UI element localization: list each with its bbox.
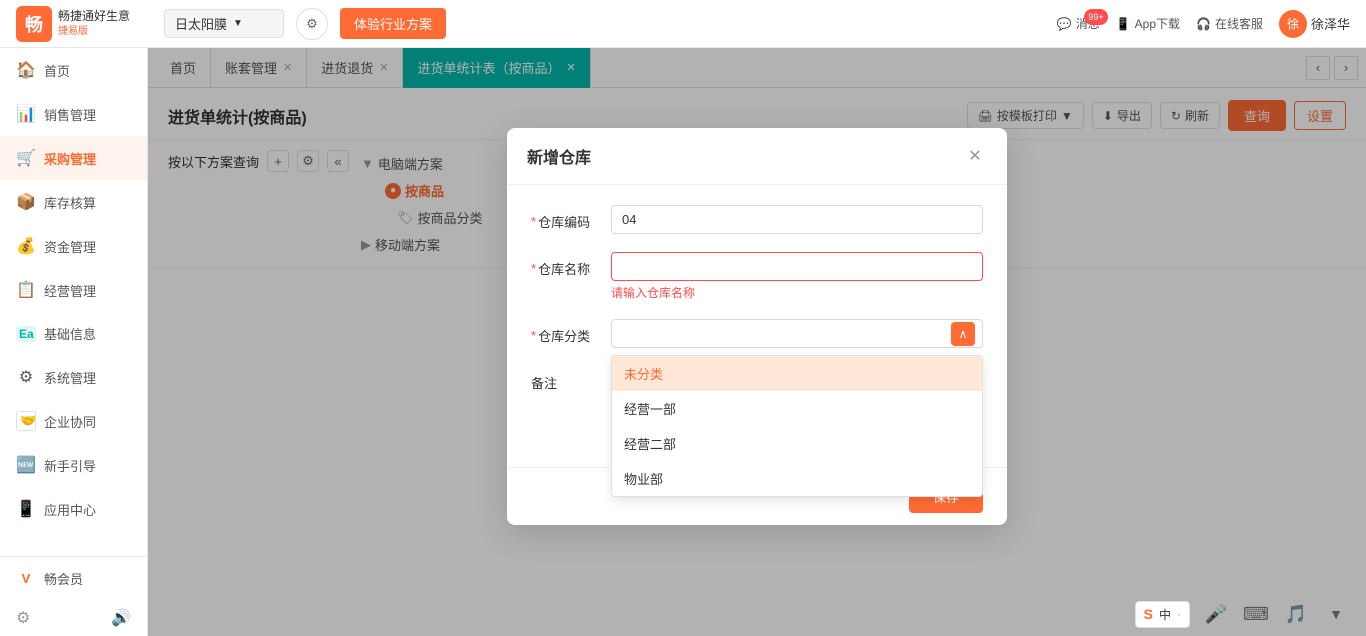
online-service-button[interactable]: 🎧 在线客服 (1196, 15, 1263, 32)
dropdown-item-dept1[interactable]: 经营一部 (612, 391, 982, 426)
sidebar-item-purchase[interactable]: 🛒 采购管理 (0, 136, 147, 180)
sidebar-item-operation[interactable]: 📋 经营管理 (0, 268, 147, 312)
main-layout: 🏠 首页 📊 销售管理 🛒 采购管理 📦 库存核算 💰 资金管理 📋 经营管理 … (0, 48, 1366, 636)
modal-body: * 仓库编码 * 仓库名称 (507, 185, 1007, 467)
new-warehouse-modal: 新增仓库 ✕ * 仓库编码 (507, 128, 1007, 525)
app-download-button[interactable]: 📱 App下载 (1116, 15, 1180, 32)
settings-icon[interactable]: ⚙ (16, 608, 30, 628)
dropdown-item-property[interactable]: 物业部 (612, 461, 982, 496)
sidebar-label-sales: 销售管理 (44, 105, 96, 124)
sidebar-bottom: V 畅会员 ⚙ 🔊 (0, 556, 147, 636)
user-menu[interactable]: 徐 徐泽华 (1279, 10, 1350, 38)
gear-button[interactable]: ⚙ (296, 8, 328, 40)
sidebar-item-home[interactable]: 🏠 首页 (0, 48, 147, 92)
sidebar-item-vip[interactable]: V 畅会员 (0, 557, 147, 600)
sidebar-label-app-center: 应用中心 (44, 500, 96, 519)
collab-icon: 🤝 (16, 411, 36, 431)
top-header: 畅 畅捷通好生意 捷易版 日太阳膜 ▼ ⚙ 体验行业方案 💬 消息 99+ 📱 … (0, 0, 1366, 48)
home-icon: 🏠 (16, 60, 36, 80)
cjt-logo-text: 中 (1159, 606, 1171, 623)
sidebar-item-inventory[interactable]: 📦 库存核算 (0, 180, 147, 224)
category-dropdown-list: 未分类 经营一部 经营二部 物业部 (611, 355, 983, 497)
sidebar-item-guide[interactable]: 🆕 新手引导 (0, 443, 147, 487)
sidebar-item-finance[interactable]: 💰 资金管理 (0, 224, 147, 268)
form-row-category: * 仓库分类 ∧ 未分类 经营一部 经营二部 物业部 (531, 319, 983, 348)
music-button[interactable]: 🎵 (1282, 600, 1310, 628)
headset-icon: 🎧 (1196, 17, 1211, 31)
chevron-down-icon: ▼ (233, 18, 243, 29)
operation-icon: 📋 (16, 280, 36, 300)
form-row-name: * 仓库名称 请输入仓库名称 (531, 252, 983, 301)
guide-icon: 🆕 (16, 455, 36, 475)
modal-title: 新增仓库 (527, 144, 591, 168)
inventory-icon: 📦 (16, 192, 36, 212)
modal-header: 新增仓库 ✕ (507, 128, 1007, 185)
basic-info-icon: Ea (16, 326, 36, 342)
cjt-logo-sep: · (1177, 607, 1181, 621)
category-input[interactable] (611, 319, 983, 348)
sidebar-label-guide: 新手引导 (44, 456, 96, 475)
header-mid: ⚙ 体验行业方案 (296, 8, 446, 40)
sidebar-item-collab[interactable]: 🤝 企业协同 (0, 399, 147, 443)
system-icon: ⚙ (16, 367, 36, 387)
sidebar-label-purchase: 采购管理 (44, 149, 96, 168)
sidebar-item-sales[interactable]: 📊 销售管理 (0, 92, 147, 136)
logo-area: 畅 畅捷通好生意 捷易版 (16, 6, 164, 42)
message-button[interactable]: 💬 消息 99+ (1057, 15, 1100, 32)
modal-close-button[interactable]: ✕ (963, 144, 987, 168)
dropdown-item-unclassified[interactable]: 未分类 (612, 356, 982, 391)
username: 徐泽华 (1311, 14, 1350, 33)
form-row-code: * 仓库编码 (531, 205, 983, 234)
sidebar-label-inventory: 库存核算 (44, 193, 96, 212)
name-label: * 仓库名称 (531, 252, 611, 278)
remark-label: 备注 (531, 366, 611, 392)
name-wrap: 请输入仓库名称 (611, 252, 983, 301)
purchase-icon: 🛒 (16, 148, 36, 168)
sidebar-label-operation: 经营管理 (44, 281, 96, 300)
logo-icon: 畅 (16, 6, 52, 42)
bottom-bar: S 中 · 🎤 ⌨ 🎵 ▼ (1119, 592, 1366, 636)
sidebar: 🏠 首页 📊 销售管理 🛒 采购管理 📦 库存核算 💰 资金管理 📋 经营管理 … (0, 48, 148, 636)
sidebar-label-collab: 企业协同 (44, 412, 96, 431)
finance-icon: 💰 (16, 236, 36, 256)
cjt-logo-icon: S (1144, 606, 1153, 622)
name-input[interactable] (611, 252, 983, 281)
mic-button[interactable]: 🎤 (1202, 600, 1230, 628)
sales-icon: 📊 (16, 104, 36, 124)
experience-button[interactable]: 体验行业方案 (340, 8, 446, 39)
mobile-icon: 📱 (1116, 17, 1131, 31)
sidebar-item-system[interactable]: ⚙ 系统管理 (0, 355, 147, 399)
category-label: * 仓库分类 (531, 319, 611, 345)
sidebar-item-app-center[interactable]: 📱 应用中心 (0, 487, 147, 531)
sidebar-label-vip: 畅会员 (44, 569, 83, 588)
vip-icon: V (16, 571, 36, 586)
sidebar-label-system: 系统管理 (44, 368, 96, 387)
message-icon: 💬 (1057, 17, 1072, 31)
sidebar-item-basic-info[interactable]: Ea 基础信息 (0, 312, 147, 355)
content-area: 首页 账套管理 ✕ 进货退货 ✕ 进货单统计表（按商品） ✕ ‹ › 进货单统计… (148, 48, 1366, 636)
sidebar-label-basic-info: 基础信息 (44, 324, 96, 343)
keyboard-button[interactable]: ⌨ (1242, 600, 1270, 628)
dropdown-item-dept2[interactable]: 经营二部 (612, 426, 982, 461)
category-wrap: ∧ 未分类 经营一部 经营二部 物业部 (611, 319, 983, 348)
sidebar-label-finance: 资金管理 (44, 237, 96, 256)
modal-overlay[interactable]: 新增仓库 ✕ * 仓库编码 (148, 48, 1366, 636)
speaker-icon[interactable]: 🔊 (111, 608, 131, 628)
message-badge: 99+ (1084, 9, 1107, 25)
more-button[interactable]: ▼ (1322, 600, 1350, 628)
avatar: 徐 (1279, 10, 1307, 38)
code-label: * 仓库编码 (531, 205, 611, 231)
code-wrap (611, 205, 983, 234)
logo-text: 畅捷通好生意 捷易版 (58, 9, 130, 38)
store-selector[interactable]: 日太阳膜 ▼ (164, 9, 284, 38)
name-error-msg: 请输入仓库名称 (611, 284, 983, 301)
category-dropdown-arrow[interactable]: ∧ (951, 322, 975, 346)
app-center-icon: 📱 (16, 499, 36, 519)
sidebar-label-home: 首页 (44, 61, 70, 80)
header-right: 💬 消息 99+ 📱 App下载 🎧 在线客服 徐 徐泽华 (1057, 10, 1350, 38)
code-input[interactable] (611, 205, 983, 234)
